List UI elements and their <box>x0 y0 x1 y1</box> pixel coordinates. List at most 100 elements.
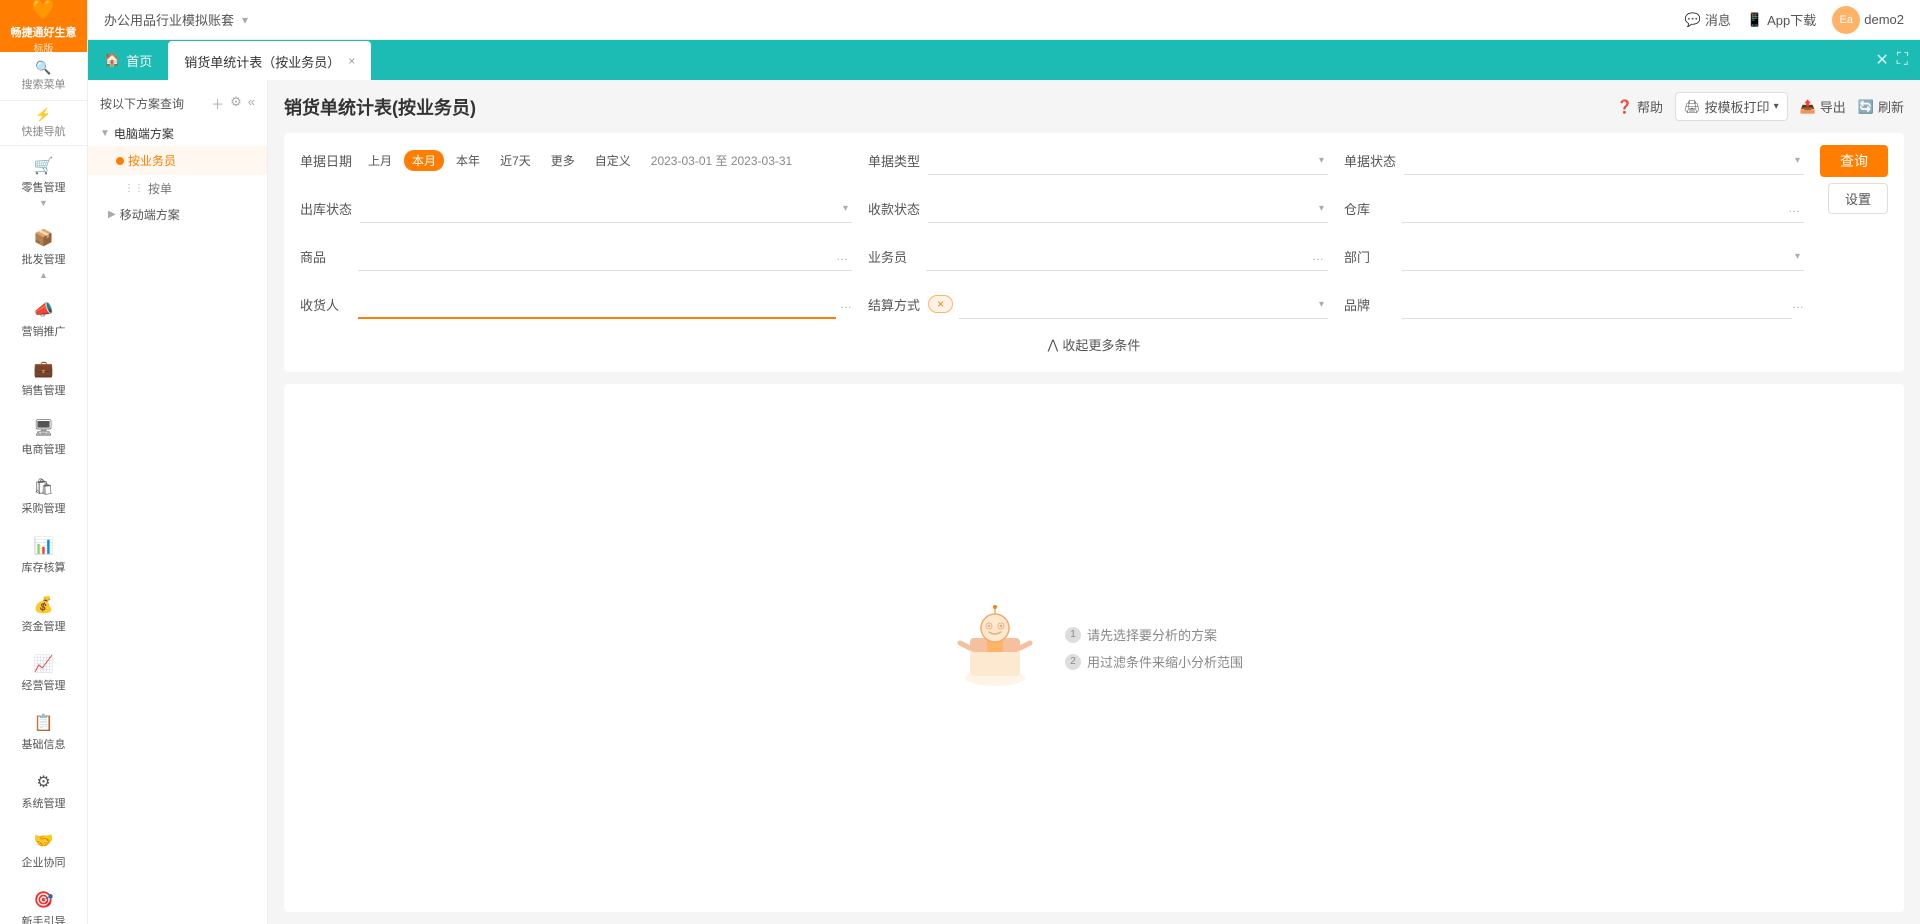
sidebar-quick-nav[interactable]: ⚡ 快捷导航 <box>0 101 87 146</box>
filter-card: 单据日期 上月 本月 本年 近7天 更多 自定义 2023-03-01 至 20… <box>284 133 1904 372</box>
breadcrumb-text: 办公用品行业模拟账套 <box>104 10 234 29</box>
ecommerce-icon: 🖥 <box>33 418 53 438</box>
collapse-panel-btn[interactable]: « <box>248 94 255 113</box>
out-status-input[interactable] <box>360 193 852 223</box>
doc-type-input[interactable] <box>928 145 1328 175</box>
empty-svg <box>945 598 1045 698</box>
left-panel: 按以下方案查询 ＋ ⚙ « ▼ 电脑端方案 按业务员 ⋮⋮ <box>88 80 268 924</box>
date-range-text: 2023-03-01 至 2023-03-31 <box>651 152 792 169</box>
tab-sales-stat[interactable]: 销货单统计表（按业务员） × <box>168 41 371 81</box>
breadcrumb-arrow: ▾ <box>242 13 248 27</box>
filter-row-1: 单据日期 上月 本月 本年 近7天 更多 自定义 2023-03-01 至 20… <box>300 145 1804 175</box>
app-download-btn[interactable]: 📱 App下载 <box>1747 10 1816 29</box>
print-label: 按模板打印 <box>1705 97 1770 116</box>
collapse-up-icon: ⋀ <box>1048 337 1059 353</box>
tab-home[interactable]: 🏠 首页 <box>88 40 168 80</box>
settlement-input[interactable] <box>959 289 1328 319</box>
filter-warehouse: 仓库 … <box>1344 193 1804 223</box>
out-status-wrapper: ▾ <box>360 193 852 223</box>
sidebar-item-marketing[interactable]: 📣 营销推广 <box>0 290 87 349</box>
collapse-btn[interactable]: ⋀ 收起更多条件 <box>300 329 1888 360</box>
brand-input[interactable] <box>1402 289 1792 319</box>
refresh-label: 刷新 <box>1878 97 1904 116</box>
date-tab-this-year[interactable]: 本年 <box>448 150 488 171</box>
sidebar-item-basic[interactable]: 📋 基础信息 <box>0 703 87 762</box>
sidebar-item-sales[interactable]: 💼 销售管理 <box>0 349 87 408</box>
date-tab-last-month[interactable]: 上月 <box>360 150 400 171</box>
logo-icon: 🧡 <box>31 0 56 22</box>
add-plan-btn[interactable]: ＋ <box>211 94 224 113</box>
pc-group-label: 电脑端方案 <box>114 125 174 142</box>
tab-sales-stat-label: 销货单统计表（按业务员） <box>184 52 340 71</box>
sidebar-item-finance[interactable]: 💰 资金管理 <box>0 585 87 644</box>
avatar-text: Ea <box>1840 14 1853 26</box>
page-actions: ❓ 帮助 🖨 按模板打印 ▾ 📤 导出 🔄 刷新 <box>1617 92 1904 121</box>
tab-close-icon[interactable]: × <box>348 54 355 68</box>
date-tab-more[interactable]: 更多 <box>543 150 583 171</box>
help-btn[interactable]: ❓ 帮助 <box>1617 97 1663 116</box>
left-panel-title: 按以下方案查询 <box>100 95 184 112</box>
sidebar-item-ecommerce[interactable]: 🖥 电商管理 <box>0 408 87 467</box>
sidebar-item-label-marketing: 营销推广 <box>22 323 66 339</box>
warehouse-input[interactable] <box>1402 193 1804 223</box>
message-icon: 💬 <box>1685 12 1701 28</box>
sidebar-item-label-purchase: 采购管理 <box>22 500 66 516</box>
doc-status-input[interactable] <box>1404 145 1804 175</box>
sidebar-item-operation[interactable]: 📈 经营管理 <box>0 644 87 703</box>
receiver-input[interactable] <box>358 289 836 319</box>
export-icon: 📤 <box>1800 99 1816 115</box>
sidebar-item-inventory[interactable]: 📊 库存核算 <box>0 526 87 585</box>
department-wrapper: ▾ <box>1402 241 1804 271</box>
plan-dot-salesperson <box>116 157 124 165</box>
filter-settlement: 结算方式 × ▾ <box>868 289 1328 319</box>
retail-arrow: ▼ <box>39 198 48 208</box>
avatar: Ea <box>1832 6 1860 34</box>
settings-plan-btn[interactable]: ⚙ <box>230 94 242 113</box>
department-input[interactable] <box>1402 241 1804 271</box>
doc-type-wrapper: ▾ <box>928 145 1328 175</box>
plan-item-salesperson[interactable]: 按业务员 <box>88 146 267 175</box>
plan-item-按单[interactable]: ⋮⋮ 按单 <box>88 175 267 202</box>
query-button[interactable]: 查询 <box>1820 145 1888 177</box>
sidebar-item-wholesale[interactable]: 📦 批发管理 ▲ <box>0 218 87 290</box>
tab-close-btn[interactable]: ✕ <box>1875 50 1888 70</box>
settlement-tag-close[interactable]: × <box>937 297 944 311</box>
settlement-select-wrapper: ▾ <box>959 289 1328 319</box>
tabbar: 🏠 首页 销货单统计表（按业务员） × ✕ ⛶ <box>88 40 1920 80</box>
print-btn[interactable]: 🖨 按模板打印 ▾ <box>1675 92 1788 121</box>
sidebar-item-system[interactable]: ⚙ 系统管理 <box>0 762 87 821</box>
settings-button[interactable]: 设置 <box>1828 183 1888 214</box>
left-panel-header: 按以下方案查询 ＋ ⚙ « <box>88 90 267 117</box>
user-menu[interactable]: Ea demo2 <box>1832 6 1904 34</box>
sidebar-item-purchase[interactable]: 🛍 采购管理 <box>0 467 87 526</box>
help-label: 帮助 <box>1637 97 1663 116</box>
date-tab-custom[interactable]: 自定义 <box>587 150 639 171</box>
sidebar-item-label-basic: 基础信息 <box>22 736 66 752</box>
right-panel: 销货单统计表(按业务员) ❓ 帮助 🖨 按模板打印 ▾ 📤 导出 <box>268 80 1920 924</box>
salesperson-input[interactable] <box>926 241 1328 271</box>
left-panel-icons: ＋ ⚙ « <box>211 94 255 113</box>
empty-tip-1-text: 请先选择要分析的方案 <box>1087 625 1217 644</box>
nav-label: 快捷导航 <box>0 123 87 139</box>
main-area: 办公用品行业模拟账套 ▾ 💬 消息 📱 App下载 Ea demo2 🏠 首页 <box>88 0 1920 924</box>
date-tab-last7[interactable]: 近7天 <box>492 150 539 171</box>
collection-input[interactable] <box>928 193 1328 223</box>
mobile-group-title[interactable]: ▶ 移动端方案 <box>88 202 267 227</box>
refresh-btn[interactable]: 🔄 刷新 <box>1858 97 1904 116</box>
pc-group-title[interactable]: ▼ 电脑端方案 <box>88 121 267 146</box>
sidebar-item-retail[interactable]: 🛒 零售管理 ▼ <box>0 146 87 218</box>
date-tab-this-month[interactable]: 本月 <box>404 150 444 171</box>
search-label: 搜索菜单 <box>0 76 87 92</box>
message-btn[interactable]: 💬 消息 <box>1685 10 1731 29</box>
export-label: 导出 <box>1820 97 1846 116</box>
export-btn[interactable]: 📤 导出 <box>1800 97 1846 116</box>
empty-tips: 1 请先选择要分析的方案 2 用过滤条件来缩小分析范围 <box>1065 625 1243 671</box>
goods-input[interactable] <box>358 241 852 271</box>
settlement-tag: × <box>928 295 953 313</box>
sidebar-search[interactable]: 🔍 搜索菜单 <box>0 52 87 101</box>
sidebar-item-newbie[interactable]: 🎯 新手引导 <box>0 880 87 924</box>
settlement-wrapper: × ▾ <box>928 289 1328 319</box>
sidebar-item-label-system: 系统管理 <box>22 795 66 811</box>
tab-expand-btn[interactable]: ⛶ <box>1897 51 1908 69</box>
sidebar-item-enterprise[interactable]: 🤝 企业协同 <box>0 821 87 880</box>
